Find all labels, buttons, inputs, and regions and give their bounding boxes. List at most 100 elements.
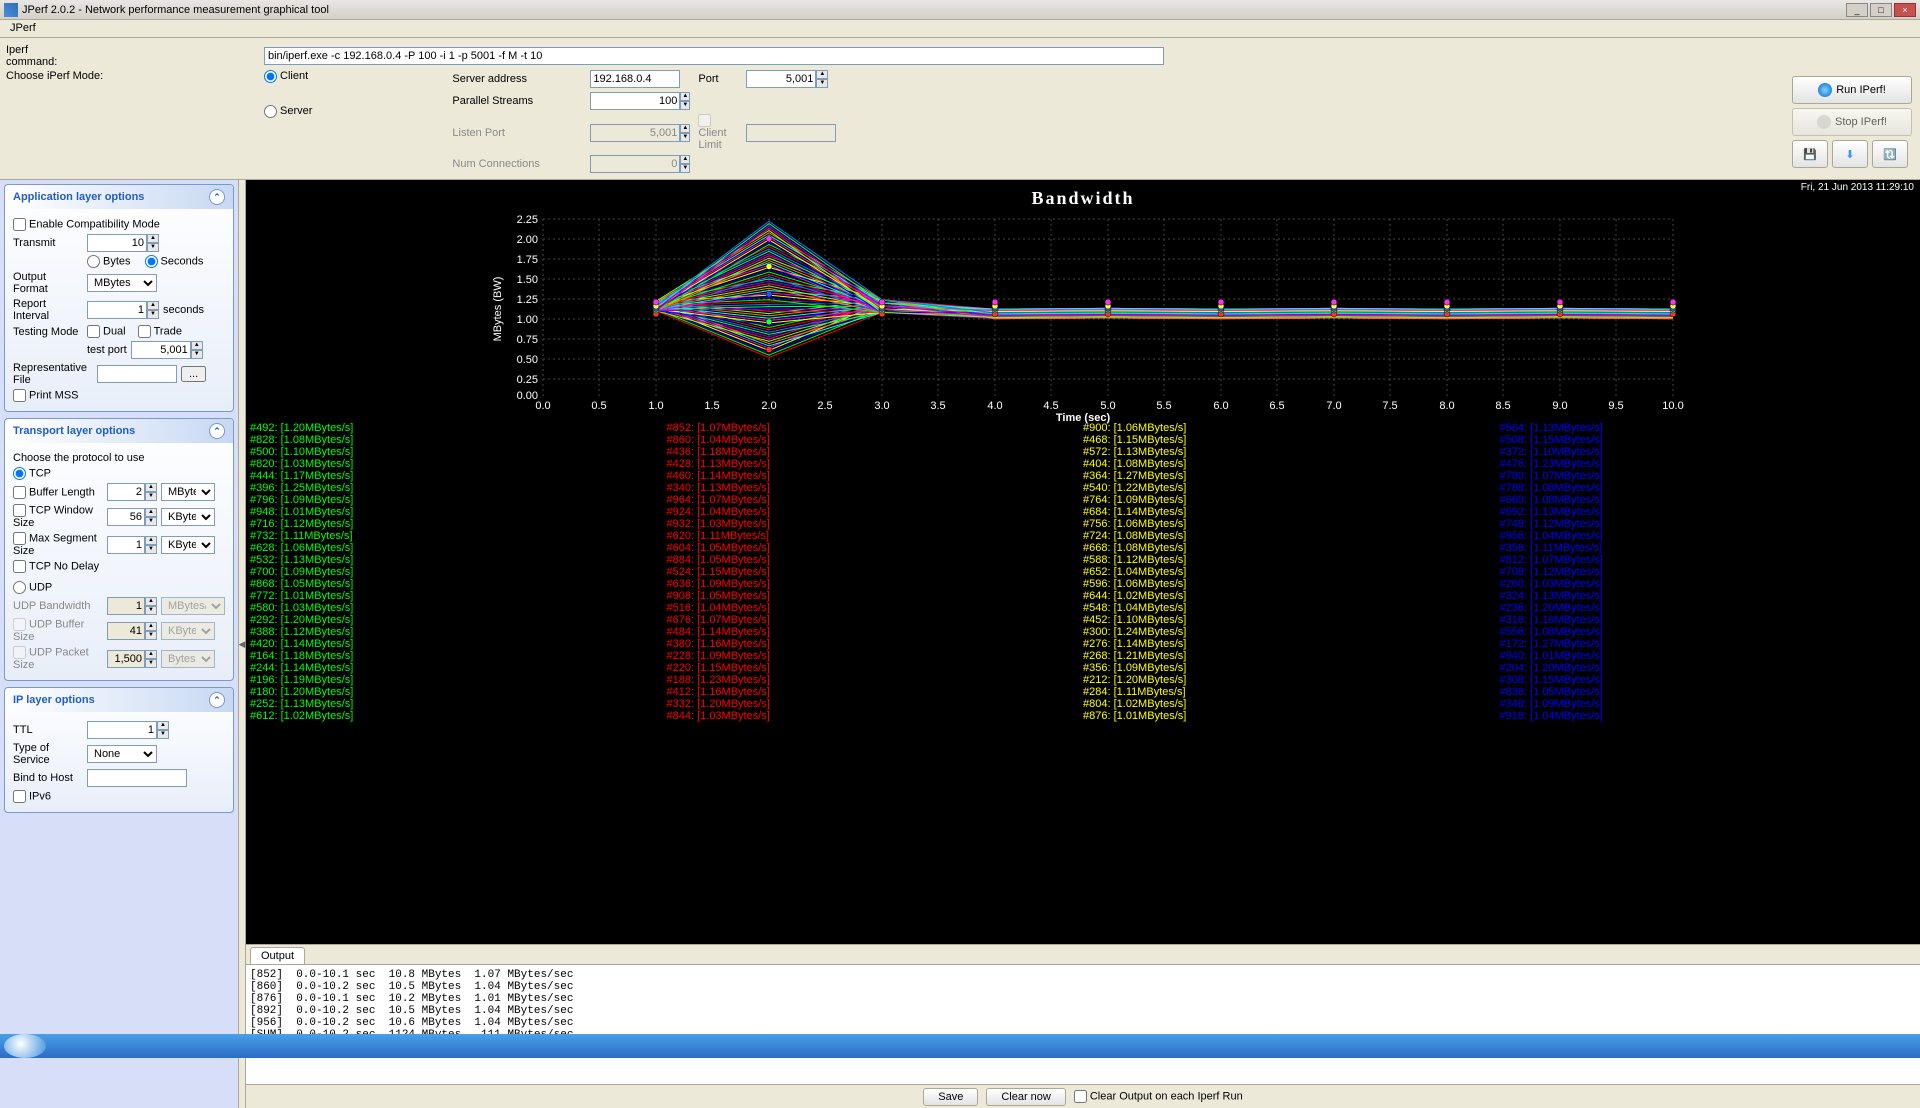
legend-item: #252: [1.13MBytes/s] — [250, 698, 667, 710]
refresh-icon: 🔃 — [1883, 148, 1897, 161]
app-layer-header[interactable]: Application layer options ⌃ — [5, 185, 233, 209]
ttl-label: TTL — [13, 724, 83, 736]
server-address-input[interactable] — [590, 70, 680, 88]
dual-check[interactable]: Dual — [87, 325, 126, 338]
legend-item: #212: [1.20MBytes/s] — [1083, 674, 1500, 686]
svg-text:2.00: 2.00 — [517, 234, 538, 246]
test-port-input[interactable] — [131, 341, 191, 359]
legend-item: #732: [1.11MBytes/s] — [250, 530, 667, 542]
taskbar[interactable] — [0, 1034, 1920, 1058]
transmit-label: Transmit — [13, 237, 83, 249]
app-layer-panel: Application layer options ⌃ Enable Compa… — [4, 184, 234, 412]
legend-item: #924: [1.04MBytes/s] — [667, 506, 1084, 518]
server-radio[interactable]: Server — [264, 105, 312, 117]
svg-text:8.5: 8.5 — [1495, 400, 1510, 409]
buffer-length-check[interactable]: Buffer Length — [13, 486, 103, 499]
bandwidth-chart: 2.252.001.75 1.501.251.00 0.750.500.250.… — [256, 209, 1910, 409]
iperf-command-input[interactable] — [264, 47, 1164, 65]
collapse-icon[interactable]: ⌃ — [209, 692, 225, 708]
output-tab-row: Output — [246, 944, 1920, 964]
output-save-button[interactable]: Save — [923, 1088, 978, 1106]
splitter[interactable]: ◀ — [238, 180, 246, 1108]
maximize-button[interactable]: □ — [1870, 3, 1892, 17]
max-seg-unit[interactable]: KBytes — [161, 536, 215, 554]
output-text[interactable]: [852] 0.0-10.1 sec 10.8 MBytes 1.07 MByt… — [246, 964, 1920, 1084]
udp-pkt-input — [107, 650, 145, 668]
transport-header[interactable]: Transport layer options ⌃ — [5, 419, 233, 443]
print-mss-check[interactable]: Print MSS — [13, 389, 79, 402]
legend-item: #812: [1.07MBytes/s] — [1500, 554, 1917, 566]
svg-text:0.5: 0.5 — [591, 400, 606, 409]
legend-item: #788: [1.08MBytes/s] — [1500, 482, 1917, 494]
buffer-length-input[interactable] — [107, 483, 145, 501]
collapse-icon[interactable]: ⌃ — [209, 423, 225, 439]
legend-item: #476: [1.23MBytes/s] — [1500, 458, 1917, 470]
max-seg-input[interactable] — [107, 536, 145, 554]
legend-item: #668: [1.08MBytes/s] — [1083, 542, 1500, 554]
save-icon-button[interactable]: 💾 — [1792, 140, 1828, 168]
bytes-radio[interactable]: Bytes — [87, 255, 131, 268]
svg-text:5.5: 5.5 — [1156, 400, 1171, 409]
svg-text:0.25: 0.25 — [517, 374, 538, 386]
test-port-label: test port — [87, 344, 127, 356]
port-input[interactable] — [746, 70, 816, 88]
tcp-window-check[interactable]: TCP Window Size — [13, 504, 103, 529]
legend-item: #652: [1.04MBytes/s] — [1083, 566, 1500, 578]
rep-file-input[interactable] — [97, 365, 177, 383]
close-button[interactable]: × — [1894, 3, 1916, 17]
iperf-command-label: Iperf command: — [6, 44, 66, 68]
rep-file-browse[interactable]: ... — [181, 366, 206, 382]
minimize-button[interactable]: _ — [1846, 3, 1868, 17]
tcp-window-unit[interactable]: KBytes — [161, 508, 215, 526]
trade-check[interactable]: Trade — [138, 325, 182, 338]
transmit-input[interactable] — [87, 234, 147, 252]
legend-item: #260: [1.03MBytes/s] — [1500, 578, 1917, 590]
legend-item: #356: [1.09MBytes/s] — [1083, 662, 1500, 674]
svg-text:1.50: 1.50 — [517, 274, 538, 286]
collapse-icon[interactable]: ⌃ — [209, 189, 225, 205]
content-area: Fri, 21 Jun 2013 11:29:10 Bandwidth 2.25… — [246, 180, 1920, 1108]
output-tab[interactable]: Output — [250, 947, 305, 964]
legend-item: #236: [1.20MBytes/s] — [1500, 602, 1917, 614]
client-radio[interactable]: Client — [264, 70, 308, 82]
buffer-length-unit[interactable]: MBytes — [161, 483, 215, 501]
udp-radio[interactable]: UDP — [13, 581, 52, 594]
report-interval-input[interactable] — [87, 301, 147, 319]
start-button[interactable] — [4, 1034, 46, 1058]
ttl-input[interactable] — [87, 721, 157, 739]
legend-item: #628: [1.06MBytes/s] — [250, 542, 667, 554]
disk-icon: 💾 — [1803, 148, 1817, 161]
udp-buf-unit: KBytes — [161, 622, 215, 640]
legend-item: #820: [1.03MBytes/s] — [250, 458, 667, 470]
tos-label: Type of Service — [13, 742, 83, 766]
menu-jperf[interactable]: JPerf — [6, 22, 40, 34]
tcp-radio[interactable]: TCP — [13, 467, 51, 480]
parallel-streams-input[interactable] — [590, 92, 680, 110]
run-iperf-button[interactable]: Run IPerf! — [1792, 76, 1912, 104]
tcp-window-input[interactable] — [107, 508, 145, 526]
clear-each-run-check[interactable]: Clear Output on each Iperf Run — [1074, 1090, 1243, 1103]
listen-port-label: Listen Port — [452, 127, 582, 139]
svg-text:9.0: 9.0 — [1552, 400, 1567, 409]
tcp-nodelay-check[interactable]: TCP No Delay — [13, 560, 99, 573]
legend-item: #484: [1.14MBytes/s] — [667, 626, 1084, 638]
max-seg-check[interactable]: Max Segment Size — [13, 532, 103, 557]
bind-input[interactable] — [87, 769, 187, 787]
run-icon — [1818, 83, 1832, 97]
testing-mode-label: Testing Mode — [13, 326, 83, 338]
legend-item: #356: [1.11MBytes/s] — [1500, 542, 1917, 554]
compat-check[interactable]: Enable Compatibility Mode — [13, 218, 160, 231]
output-format-select[interactable]: MBytes — [87, 274, 157, 292]
legend-item: #556: [1.08MBytes/s] — [1500, 626, 1917, 638]
legend-item: #284: [1.11MBytes/s] — [1083, 686, 1500, 698]
tos-select[interactable]: None — [87, 745, 157, 763]
output-clear-button[interactable]: Clear now — [986, 1088, 1066, 1106]
refresh-icon-button[interactable]: 🔃 — [1872, 140, 1908, 168]
legend-item: #196: [1.19MBytes/s] — [250, 674, 667, 686]
ipv6-check[interactable]: IPv6 — [13, 790, 51, 803]
ip-layer-header[interactable]: IP layer options ⌃ — [5, 688, 233, 712]
seconds-radio[interactable]: Seconds — [145, 255, 204, 268]
export-icon-button[interactable]: ⬇ — [1832, 140, 1868, 168]
legend-item: #876: [1.01MBytes/s] — [1083, 710, 1500, 722]
stop-iperf-button: Stop IPerf! — [1792, 108, 1912, 136]
